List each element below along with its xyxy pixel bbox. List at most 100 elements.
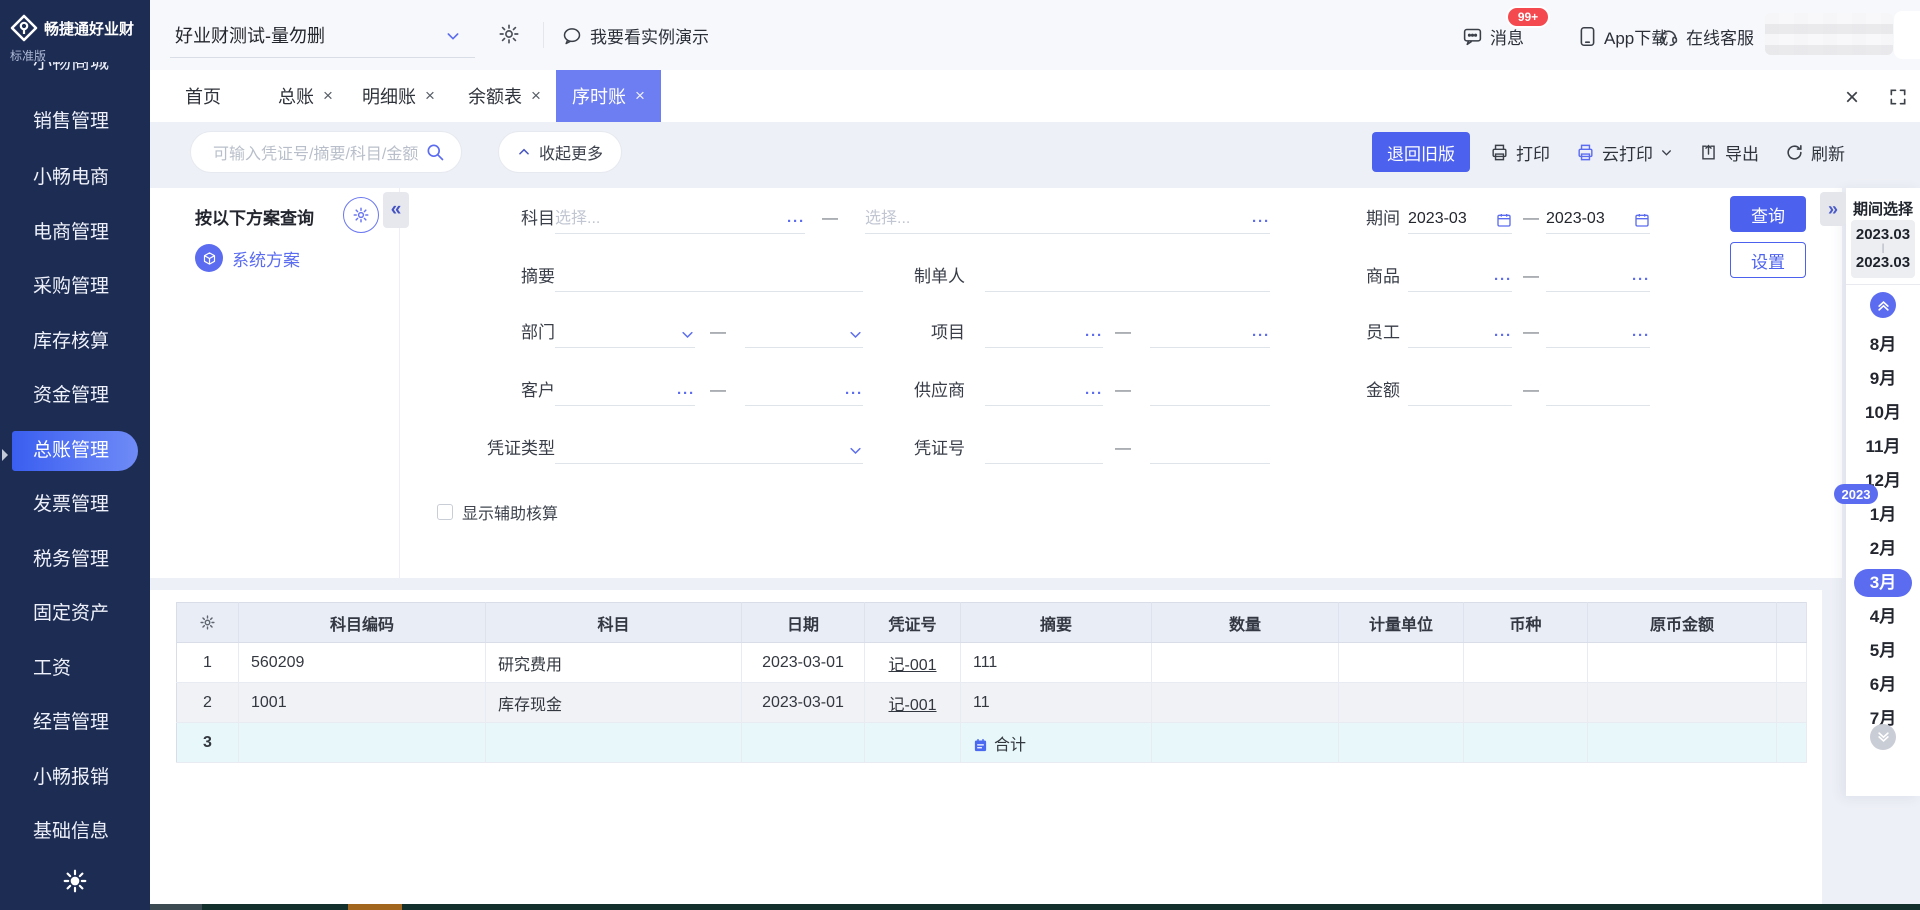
col-header[interactable]: 凭证号 [864,602,961,643]
customer-from-field[interactable]: ··· [555,374,695,406]
back-to-old-version-button[interactable]: 退回旧版 [1372,132,1470,172]
sidebar-item-xc-ecom[interactable]: 小畅电商 [0,163,150,193]
month-item[interactable]: 10月 [1846,396,1920,430]
close-icon[interactable]: × [635,86,645,106]
sidebar-item-xc-expense[interactable]: 小畅报销 [0,763,150,793]
tab-general-ledger[interactable]: 总账 × [278,70,333,122]
ellipsis-icon[interactable]: ··· [1085,386,1103,401]
department-to-field[interactable] [745,316,863,348]
ellipsis-icon[interactable]: ··· [677,386,695,401]
month-item[interactable]: 5月 [1846,634,1920,668]
sidebar-item-sales[interactable]: 销售管理 [0,107,150,137]
col-header[interactable]: 日期 [741,602,865,643]
sidebar-item-inventory[interactable]: 库存核算 [0,327,150,357]
voucher-no-from-field[interactable] [985,432,1103,464]
scroll-up-icon[interactable] [1870,292,1896,318]
goods-from-field[interactable]: ··· [1408,260,1512,292]
maker-field[interactable] [985,260,1270,292]
chevron-down-icon[interactable] [680,327,695,342]
ellipsis-icon[interactable]: ··· [787,214,805,229]
scrollbar-track[interactable] [1776,682,1807,723]
close-icon[interactable]: × [531,86,541,106]
subject-to-field[interactable]: 选择... ··· [865,202,1270,234]
ellipsis-icon[interactable]: ··· [1085,328,1103,343]
project-to-field[interactable]: ··· [1150,316,1270,348]
month-item[interactable]: 2月 [1846,532,1920,566]
col-header[interactable]: 科目编码 [238,602,486,643]
period-panel-collapse-button[interactable]: » [1820,192,1846,226]
sidebar-item-general-ledger[interactable]: 总账管理 [12,431,138,471]
subject-from-field[interactable]: 选择... ··· [555,202,805,234]
scrollbar-track[interactable] [1776,642,1807,683]
chevron-down-icon[interactable] [848,327,863,342]
print-button[interactable]: 打印 [1490,140,1550,165]
sidebar-item-operations[interactable]: 经营管理 [0,708,150,738]
tab-home[interactable]: 首页 [185,70,221,122]
online-service-button[interactable]: 在线客服 [1658,24,1754,49]
scrollbar-track[interactable] [1776,722,1807,763]
period-range-box[interactable]: 2023.03 | 2023.03 [1851,220,1915,278]
supplier-to-field[interactable] [1150,374,1270,406]
col-header[interactable]: 币种 [1463,602,1588,643]
sidebar-collapse-handle[interactable] [0,446,10,464]
employee-to-field[interactable]: ··· [1546,316,1650,348]
fullscreen-icon[interactable] [1888,87,1908,107]
summary-field[interactable] [555,260,863,292]
amount-from-field[interactable] [1408,374,1512,406]
sidebar-item-invoice[interactable]: 发票管理 [0,490,150,520]
amount-to-field[interactable] [1546,374,1650,406]
scroll-down-icon[interactable] [1870,724,1896,750]
ellipsis-icon[interactable]: ··· [1494,272,1512,287]
month-item[interactable]: 6月 [1846,668,1920,702]
export-button[interactable]: 导出 [1699,140,1759,165]
sidebar-item-ecom-mgmt[interactable]: 电商管理 [0,218,150,248]
goods-to-field[interactable]: ··· [1546,260,1650,292]
month-item[interactable]: 11月 [1846,430,1920,464]
user-chip[interactable] [1894,11,1920,59]
period-from-field[interactable]: 2023-03 [1408,202,1512,234]
sidebar-item-fixed-assets[interactable]: 固定资产 [0,599,150,629]
month-item-selected[interactable]: 3月 [1854,569,1912,597]
tab-detail-ledger[interactable]: 明细账 × [362,70,435,122]
voucher-link[interactable]: 记-001 [888,697,936,714]
show-aux-checkbox[interactable]: 显示辅助核算 [437,500,558,524]
col-header[interactable]: 摘要 [960,602,1152,643]
redacted-username[interactable] [1765,13,1893,55]
ellipsis-icon[interactable]: ··· [1252,214,1270,229]
voucher-type-field[interactable] [555,432,863,464]
close-icon[interactable]: × [323,86,333,106]
supplier-from-field[interactable]: ··· [985,374,1103,406]
ellipsis-icon[interactable]: ··· [1494,328,1512,343]
ellipsis-icon[interactable]: ··· [845,386,863,401]
cloud-print-button[interactable]: 云打印 [1576,140,1673,165]
ellipsis-icon[interactable]: ··· [1632,272,1650,287]
tab-balance-sheet[interactable]: 余额表 × [468,70,541,122]
collapse-more-button[interactable]: 收起更多 [498,131,623,173]
gear-icon[interactable] [498,23,520,45]
table-row[interactable]: 1 560209 研究费用 2023-03-01 记-001 111 [176,642,1807,683]
col-header[interactable]: 科目 [485,602,742,643]
sidebar-item-tax[interactable]: 税务管理 [0,545,150,575]
settings-button[interactable]: 设置 [1730,242,1806,278]
period-to-field[interactable]: 2023-03 [1546,202,1650,234]
checkbox-icon[interactable] [437,504,453,520]
account-dropdown[interactable]: 好业财测试-量勿删 [175,22,325,48]
col-header[interactable]: 数量 [1151,602,1339,643]
calendar-icon[interactable] [1634,212,1650,228]
ellipsis-icon[interactable]: ··· [1632,328,1650,343]
department-from-field[interactable] [555,316,695,348]
sidebar-item-purchase[interactable]: 采购管理 [0,272,150,302]
close-icon[interactable]: × [425,86,435,106]
scheme-settings-gear-icon[interactable] [343,197,379,233]
sidebar-item-payroll[interactable]: 工资 [0,654,150,684]
scrollbar-track[interactable] [1776,602,1807,643]
sidebar-settings-gear-icon[interactable] [0,868,150,894]
chevron-down-icon[interactable] [445,28,461,44]
month-item[interactable]: 4月 [1846,600,1920,634]
voucher-link[interactable]: 记-001 [888,657,936,674]
scheme-item-system[interactable]: 系统方案 [195,244,300,272]
month-item[interactable]: 8月 [1846,328,1920,362]
search-input[interactable]: 可输入凭证号/摘要/科目/金额 [190,131,462,173]
col-header[interactable]: 原币金额 [1587,602,1777,643]
demo-link[interactable]: 我要看实例演示 [562,23,709,48]
